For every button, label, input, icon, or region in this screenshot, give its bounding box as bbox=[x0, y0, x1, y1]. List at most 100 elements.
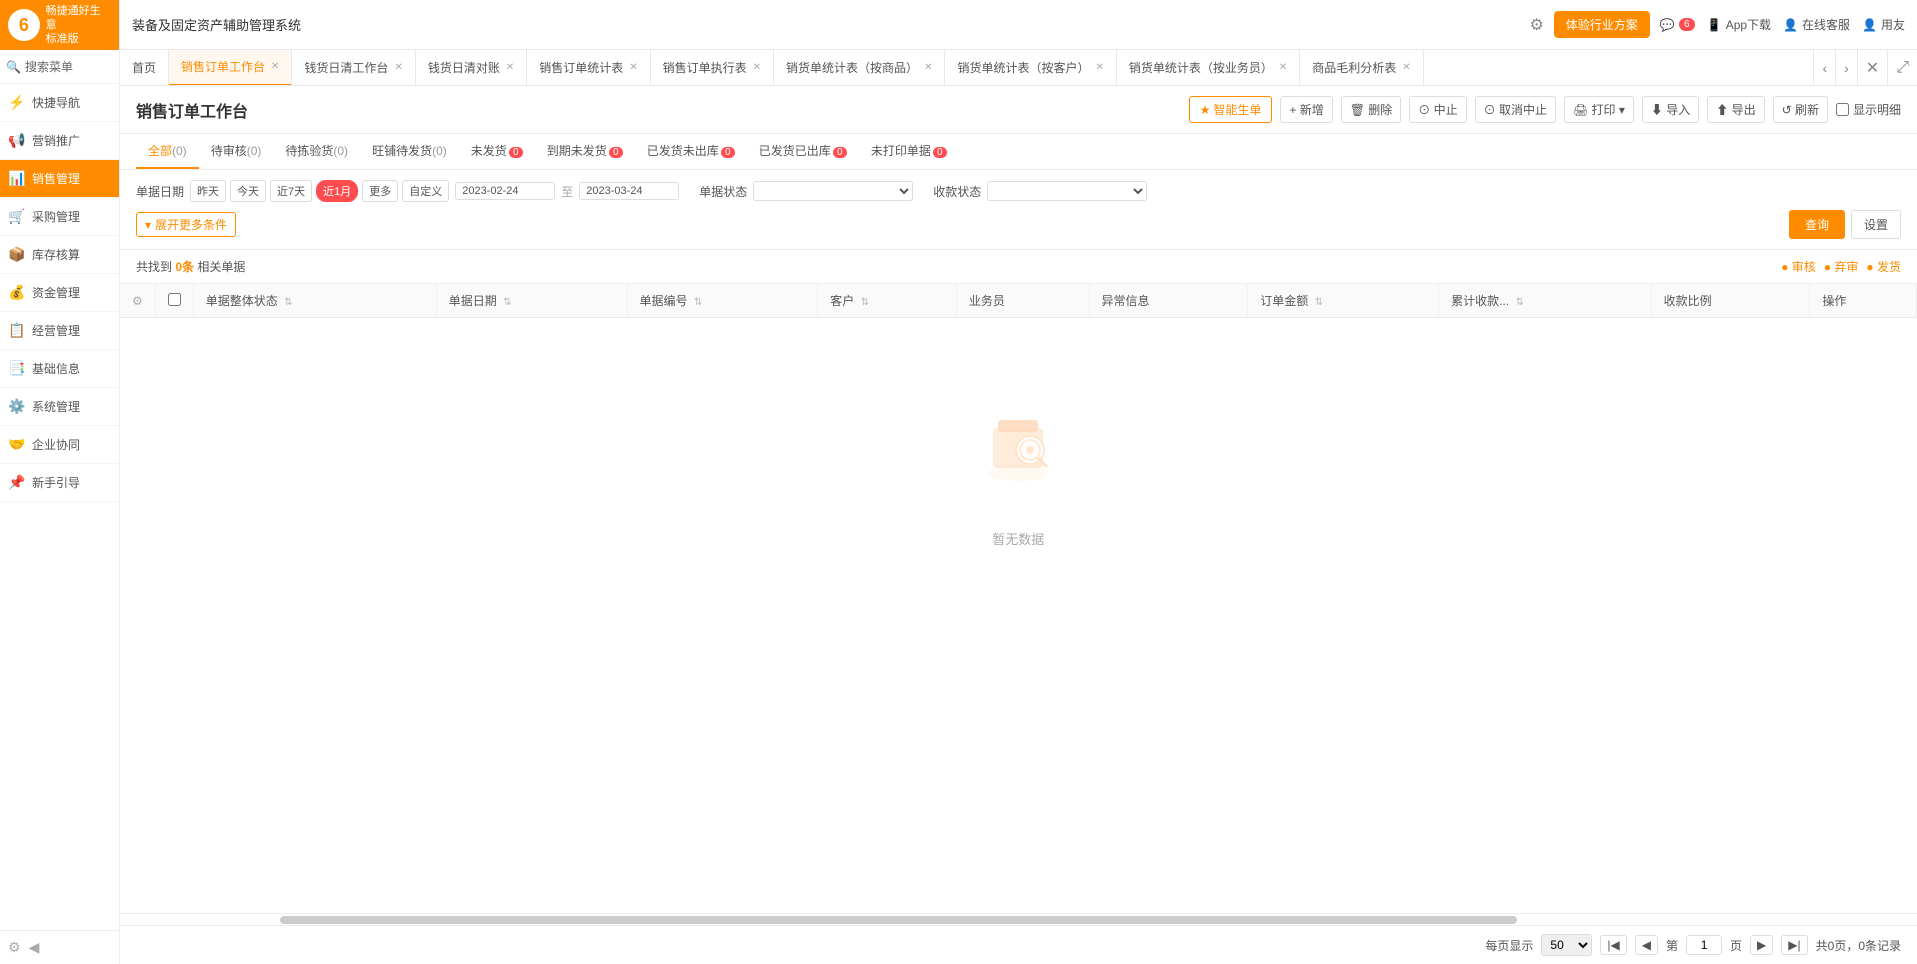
date-7days-btn[interactable]: 近7天 bbox=[270, 180, 312, 202]
solution-button[interactable]: 体验行业方案 bbox=[1554, 11, 1650, 38]
print-btn[interactable]: 🖨 打印 ▾ bbox=[1564, 96, 1634, 123]
page-number-input[interactable] bbox=[1686, 935, 1722, 955]
send-action-btn[interactable]: ● 发货 bbox=[1866, 258, 1901, 275]
tab-close-goods-stats-product[interactable]: ✕ bbox=[924, 62, 932, 73]
tab-close-gross-profit-analysis[interactable]: ✕ bbox=[1402, 62, 1410, 73]
page-last-btn[interactable]: ▶| bbox=[1781, 935, 1807, 955]
collaboration-icon: 🤝 bbox=[8, 436, 26, 453]
tab-sales-order-workbench[interactable]: 销售订单工作台 ✕ bbox=[169, 50, 292, 86]
tab-sales-stats[interactable]: 销售订单统计表 ✕ bbox=[527, 50, 650, 86]
tab-sales-exec[interactable]: 销售订单执行表 ✕ bbox=[651, 50, 774, 86]
reject-action-btn[interactable]: ● 弃审 bbox=[1824, 258, 1859, 275]
add-btn[interactable]: + 新增 bbox=[1280, 96, 1332, 123]
tab-close-cash-daily[interactable]: ✕ bbox=[394, 62, 402, 73]
message-item[interactable]: 💬 6 bbox=[1660, 18, 1695, 32]
tab-close-sales-order[interactable]: ✕ bbox=[271, 61, 279, 72]
tab-close-cash-reconcile[interactable]: ✕ bbox=[506, 62, 514, 73]
stop-btn[interactable]: ⊙ 中止 bbox=[1409, 96, 1466, 123]
sidebar-item-marketing[interactable]: 📢 营销推广 bbox=[0, 122, 119, 160]
online-service-item[interactable]: 👤 在线客服 bbox=[1783, 16, 1850, 33]
sidebar-item-sales[interactable]: 📊 销售管理 bbox=[0, 160, 119, 198]
header-settings-icon[interactable]: ⚙ bbox=[1529, 15, 1543, 35]
date-to-input[interactable] bbox=[579, 182, 679, 200]
col-status[interactable]: 单据整体状态 ⇅ bbox=[193, 284, 436, 318]
show-detail-checkbox[interactable] bbox=[1836, 103, 1849, 116]
cancel-stop-btn[interactable]: ⊙ 取消中止 bbox=[1475, 96, 1556, 123]
tab-arrows: ‹ › ✕ ⤢ bbox=[1813, 50, 1917, 86]
date-custom-btn[interactable]: 自定义 bbox=[402, 180, 449, 202]
date-from-input[interactable] bbox=[455, 182, 555, 200]
sidebar-search[interactable]: 🔍 搜索菜单 bbox=[0, 50, 119, 84]
filter-tab-wangpu-pending[interactable]: 旺铺待发货(0) bbox=[360, 134, 459, 169]
smart-generate-btn[interactable]: ★ 智能生单 bbox=[1189, 96, 1273, 123]
status-select[interactable] bbox=[753, 181, 913, 201]
tab-expand-btn[interactable]: ⤢ bbox=[1888, 50, 1917, 86]
sidebar-item-inventory[interactable]: 📦 库存核算 bbox=[0, 236, 119, 274]
show-detail-label[interactable]: 显示明细 bbox=[1836, 101, 1901, 118]
tab-home[interactable]: 首页 bbox=[120, 50, 169, 86]
tab-gross-profit-analysis[interactable]: 商品毛利分析表 ✕ bbox=[1300, 50, 1423, 86]
filter-tab-pending-check[interactable]: 待拣验货(0) bbox=[273, 134, 360, 169]
sidebar-item-system[interactable]: ⚙️ 系统管理 bbox=[0, 388, 119, 426]
page-size-select[interactable]: 50 10 20 100 bbox=[1541, 934, 1592, 956]
tab-close-all-btn[interactable]: ✕ bbox=[1858, 50, 1888, 86]
tab-close-sales-stats[interactable]: ✕ bbox=[629, 62, 637, 73]
refresh-btn[interactable]: ↺ 刷新 bbox=[1773, 96, 1828, 123]
sidebar-item-operations[interactable]: 📋 经营管理 bbox=[0, 312, 119, 350]
inventory-icon: 📦 bbox=[8, 246, 26, 263]
date-1month-btn[interactable]: 近1月 bbox=[316, 180, 358, 202]
collapse-icon[interactable]: ◀ bbox=[29, 939, 40, 956]
tab-close-goods-stats-salesperson[interactable]: ✕ bbox=[1279, 62, 1287, 73]
col-settings[interactable]: ⚙ bbox=[120, 284, 155, 318]
empty-state: 暂无数据 bbox=[120, 318, 1917, 628]
sidebar-item-collaboration[interactable]: 🤝 企业协同 bbox=[0, 426, 119, 464]
filter-tab-shipped-out[interactable]: 已发货已出库0 bbox=[747, 134, 859, 169]
import-btn[interactable]: ⬇ 导入 bbox=[1642, 96, 1699, 123]
col-customer[interactable]: 客户 ⇅ bbox=[818, 284, 957, 318]
approve-action-btn[interactable]: ● 审核 bbox=[1781, 258, 1816, 275]
user-item[interactable]: 👤 用友 bbox=[1862, 16, 1905, 33]
page-first-btn[interactable]: |◀ bbox=[1600, 935, 1626, 955]
tab-close-sales-exec[interactable]: ✕ bbox=[753, 62, 761, 73]
filter-tab-not-printed[interactable]: 未打印单据0 bbox=[859, 134, 959, 169]
export-btn[interactable]: ⬆ 导出 bbox=[1707, 96, 1764, 123]
filter-tab-shipped-not-out[interactable]: 已发货未出库0 bbox=[635, 134, 747, 169]
filter-tab-pending-review[interactable]: 待审核(0) bbox=[199, 134, 274, 169]
tab-goods-stats-salesperson[interactable]: 销货单统计表（按业务员） ✕ bbox=[1117, 50, 1300, 86]
date-more-btn[interactable]: 更多 bbox=[362, 180, 398, 202]
query-btn[interactable]: 查询 bbox=[1789, 210, 1845, 239]
col-cumulative[interactable]: 累计收款... ⇅ bbox=[1439, 284, 1652, 318]
sidebar-item-shortcut[interactable]: ⚡ 快捷导航 bbox=[0, 84, 119, 122]
tab-next-btn[interactable]: › bbox=[1836, 50, 1858, 86]
sidebar-item-basic-info[interactable]: 📑 基础信息 bbox=[0, 350, 119, 388]
filter-tab-overdue-not-shipped[interactable]: 到期未发货0 bbox=[535, 134, 635, 169]
col-date[interactable]: 单据日期 ⇅ bbox=[436, 284, 627, 318]
date-today-btn[interactable]: 今天 bbox=[230, 180, 266, 202]
filter-tab-all[interactable]: 全部(0) bbox=[136, 134, 199, 169]
expand-conditions-btn[interactable]: ▾ 展开更多条件 bbox=[136, 212, 236, 237]
date-yesterday-btn[interactable]: 昨天 bbox=[190, 180, 226, 202]
page-next-btn[interactable]: ▶ bbox=[1750, 935, 1773, 955]
tab-prev-btn[interactable]: ‹ bbox=[1814, 50, 1836, 86]
page-prev-btn[interactable]: ◀ bbox=[1635, 935, 1658, 955]
select-all-checkbox[interactable] bbox=[168, 293, 181, 306]
tab-goods-stats-product[interactable]: 销货单统计表（按商品） ✕ bbox=[774, 50, 945, 86]
shortcut-icon: ⚡ bbox=[8, 94, 26, 111]
sidebar-item-purchase[interactable]: 🛒 采购管理 bbox=[0, 198, 119, 236]
delete-btn[interactable]: 🗑 删除 bbox=[1341, 96, 1402, 123]
filter-tab-not-shipped[interactable]: 未发货0 bbox=[459, 134, 535, 169]
col-checkbox[interactable] bbox=[155, 284, 193, 318]
col-amount[interactable]: 订单金额 ⇅ bbox=[1248, 284, 1439, 318]
settings-bottom-icon[interactable]: ⚙ bbox=[8, 939, 21, 956]
tab-cash-daily[interactable]: 钱货日清工作台 ✕ bbox=[292, 50, 415, 86]
tab-cash-reconcile[interactable]: 钱货日清对账 ✕ bbox=[416, 50, 527, 86]
col-number[interactable]: 单据编号 ⇅ bbox=[627, 284, 818, 318]
sidebar-item-finance[interactable]: 💰 资金管理 bbox=[0, 274, 119, 312]
tab-goods-stats-customer[interactable]: 销货单统计表（按客户） ✕ bbox=[945, 50, 1116, 86]
search-settings-btn[interactable]: 设置 bbox=[1851, 210, 1901, 239]
scrollbar-area[interactable] bbox=[120, 913, 1917, 925]
tab-close-goods-stats-customer[interactable]: ✕ bbox=[1095, 62, 1103, 73]
sidebar-item-guide[interactable]: 📌 新手引导 bbox=[0, 464, 119, 502]
app-download-item[interactable]: 📱 App下载 bbox=[1707, 16, 1771, 33]
payment-select[interactable] bbox=[987, 181, 1147, 201]
